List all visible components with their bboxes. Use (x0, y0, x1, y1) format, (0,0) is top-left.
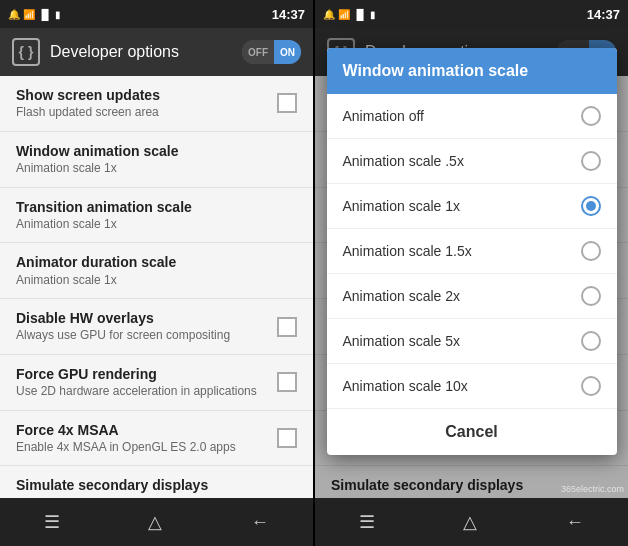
left-status-time: 14:37 (272, 7, 305, 22)
signal-icon: ▐▌ (38, 9, 52, 20)
settings-item-subtitle: Use 2D hardware acceleration in applicat… (16, 384, 277, 400)
dialog-option[interactable]: Animation scale 10x (327, 364, 617, 409)
settings-item[interactable]: Disable HW overlaysAlways use GPU for sc… (0, 299, 313, 355)
left-screen-title: Developer options (50, 43, 232, 61)
dialog-option-label: Animation scale 5x (343, 333, 461, 349)
settings-item[interactable]: Simulate secondary displaysNone (0, 466, 313, 498)
right-phone-panel: 🔔 📶 ▐▌ ▮ 14:37 { } Developer options OFF… (315, 0, 628, 546)
dialog-options: Animation off Animation scale .5x Animatio… (327, 94, 617, 409)
left-status-bar: 🔔 📶 ▐▌ ▮ 14:37 (0, 0, 313, 28)
dialog-radio-button[interactable] (581, 376, 601, 396)
dialog-option-label: Animation off (343, 108, 424, 124)
right-volume-icon: 🔔 (323, 9, 335, 20)
left-toggle[interactable]: OFF ON (242, 40, 301, 64)
settings-item-title: Transition animation scale (16, 198, 297, 216)
settings-checkbox[interactable] (277, 317, 297, 337)
right-back-button[interactable]: ← (546, 504, 604, 541)
left-toggle-off[interactable]: OFF (242, 40, 274, 64)
dialog-option-label: Animation scale 1.5x (343, 243, 472, 259)
dialog-radio-button[interactable] (581, 241, 601, 261)
dialog-option-label: Animation scale .5x (343, 153, 464, 169)
left-toggle-on[interactable]: ON (274, 40, 301, 64)
settings-checkbox[interactable] (277, 428, 297, 448)
settings-item-subtitle: Enable 4x MSAA in OpenGL ES 2.0 apps (16, 440, 277, 456)
dialog-radio-button[interactable] (581, 106, 601, 126)
right-wifi-icon: 📶 (338, 9, 350, 20)
settings-item-subtitle: Flash updated screen area (16, 105, 277, 121)
right-status-icons: 🔔 📶 ▐▌ ▮ (323, 9, 376, 20)
dialog-option[interactable]: Animation scale 5x (327, 319, 617, 364)
dialog-option[interactable]: Animation scale 1x (327, 184, 617, 229)
dialog-radio-button[interactable] (581, 331, 601, 351)
settings-item-title: Force 4x MSAA (16, 421, 277, 439)
dialog-option-label: Animation scale 10x (343, 378, 468, 394)
dialog-option-label: Animation scale 2x (343, 288, 461, 304)
dialog-title: Window animation scale (327, 48, 617, 94)
settings-checkbox[interactable] (277, 372, 297, 392)
settings-item-title: Force GPU rendering (16, 365, 277, 383)
settings-item[interactable]: Transition animation scaleAnimation scal… (0, 188, 313, 244)
right-battery-icon: ▮ (370, 9, 376, 20)
dialog-cancel-button[interactable]: Cancel (327, 409, 617, 455)
left-dev-icon: { } (12, 38, 40, 66)
right-status-time: 14:37 (587, 7, 620, 22)
left-bottom-nav: ☰ △ ← (0, 498, 313, 546)
settings-item-title: Window animation scale (16, 142, 297, 160)
right-bottom-nav: ☰ △ ← (315, 498, 628, 546)
left-status-icons: 🔔 📶 ▐▌ ▮ (8, 9, 61, 20)
settings-item[interactable]: Animator duration scale Animation scale 1… (0, 243, 313, 299)
settings-item[interactable]: Show screen updatesFlash updated screen … (0, 76, 313, 132)
left-back-button[interactable]: ← (231, 504, 289, 541)
right-status-bar: 🔔 📶 ▐▌ ▮ 14:37 (315, 0, 628, 28)
dialog-overlay: Window animation scale Animation offAnim… (315, 28, 628, 498)
settings-item[interactable]: Force GPU renderingUse 2D hardware accel… (0, 355, 313, 411)
settings-item-subtitle: Animation scale 1x (16, 217, 297, 233)
settings-item-title: Animator duration scale (16, 253, 297, 271)
settings-item-title: Simulate secondary displays (16, 476, 297, 494)
left-menu-button[interactable]: ☰ (24, 503, 80, 541)
dialog-radio-button[interactable] (581, 286, 601, 306)
left-top-bar: { } Developer options OFF ON (0, 28, 313, 76)
left-home-button[interactable]: △ (128, 503, 182, 541)
battery-icon: ▮ (55, 9, 61, 20)
wifi-icon: 📶 (23, 9, 35, 20)
settings-item[interactable]: Force 4x MSAAEnable 4x MSAA in OpenGL ES… (0, 411, 313, 467)
settings-item-title: Show screen updates (16, 86, 277, 104)
settings-item[interactable]: Window animation scaleAnimation scale 1x (0, 132, 313, 188)
window-animation-dialog: Window animation scale Animation offAnim… (327, 48, 617, 455)
dialog-option-label: Animation scale 1x (343, 198, 461, 214)
right-home-button[interactable]: △ (443, 503, 497, 541)
settings-item-title: Disable HW overlays (16, 309, 277, 327)
settings-item-subtitle: Animation scale 1x (16, 273, 297, 289)
right-menu-button[interactable]: ☰ (339, 503, 395, 541)
dialog-radio-button[interactable] (581, 196, 601, 216)
settings-item-subtitle: Always use GPU for screen compositing (16, 328, 277, 344)
volume-icon: 🔔 (8, 9, 20, 20)
settings-item-subtitle: Animation scale 1x (16, 161, 297, 177)
dialog-option[interactable]: Animation scale .5x (327, 139, 617, 184)
dialog-option[interactable]: Animation scale 2x (327, 274, 617, 319)
dialog-radio-button[interactable] (581, 151, 601, 171)
left-phone-panel: 🔔 📶 ▐▌ ▮ 14:37 { } Developer options OFF… (0, 0, 313, 546)
left-settings-list: Show screen updatesFlash updated screen … (0, 76, 313, 498)
settings-checkbox[interactable] (277, 93, 297, 113)
dialog-option[interactable]: Animation scale 1.5x (327, 229, 617, 274)
dialog-option[interactable]: Animation off (327, 94, 617, 139)
right-signal-icon: ▐▌ (353, 9, 367, 20)
